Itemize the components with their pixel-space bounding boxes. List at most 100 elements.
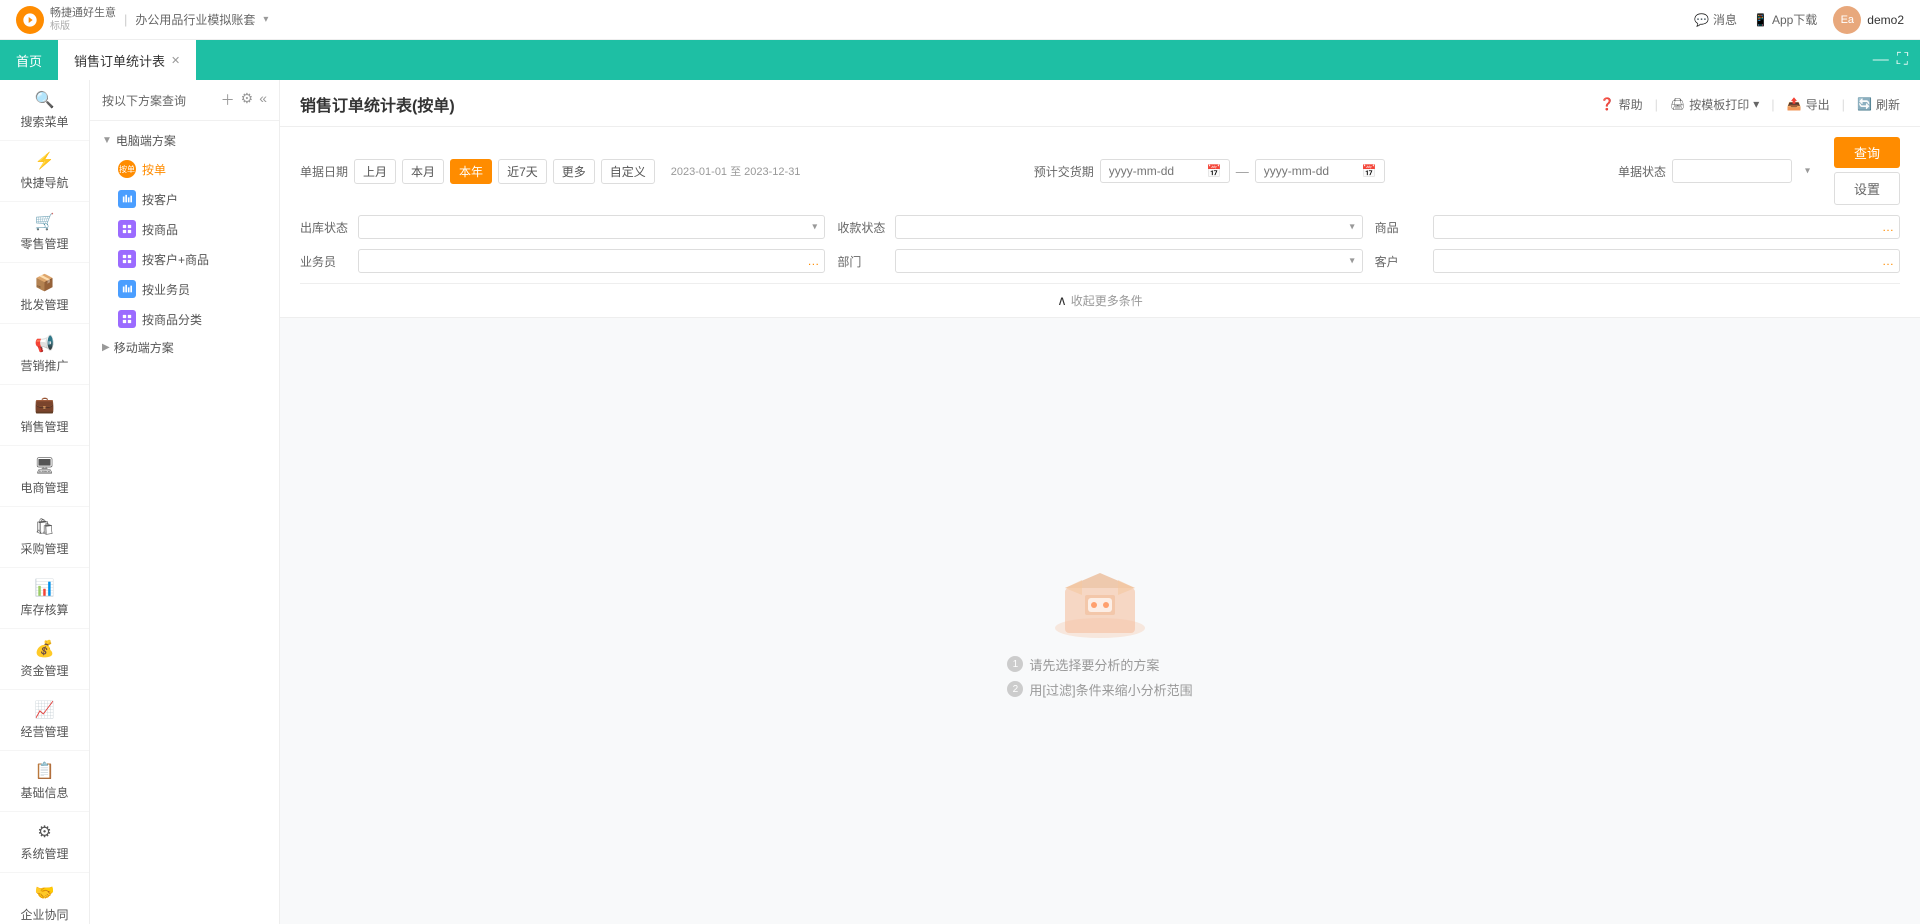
dept-content xyxy=(895,249,1362,273)
ship-status-label: 出库状态 xyxy=(300,219,350,236)
order-status-select[interactable] xyxy=(1672,159,1792,183)
export-button[interactable]: 📤 导出 xyxy=(1787,96,1830,113)
ship-status-select[interactable] xyxy=(358,215,825,239)
collapse-bar[interactable]: ∧ 收起更多条件 xyxy=(300,283,1900,317)
app-download-action[interactable]: 📱 App下载 xyxy=(1753,11,1817,28)
payment-status-content xyxy=(895,215,1362,239)
date-btn-custom[interactable]: 自定义 xyxy=(601,159,655,184)
pc-schemes-header[interactable]: ▼ 电脑端方案 xyxy=(90,127,279,154)
scheme-settings-button[interactable]: ⚙ xyxy=(241,90,254,110)
collab-icon: 🤝 xyxy=(4,883,85,903)
mobile-schemes-header[interactable]: ▶ 移动端方案 xyxy=(90,334,279,361)
delivery-end-date-wrapper: 📅 xyxy=(1255,159,1385,183)
collapse-icon: ∧ xyxy=(1057,293,1067,309)
product-label: 商品 xyxy=(1375,219,1425,236)
scheme-item-by-salesperson[interactable]: 按业务员 xyxy=(90,274,279,304)
customer-content: … xyxy=(1433,249,1900,273)
tip-num-2: 2 xyxy=(1007,681,1023,697)
scheme-by-customer-product-icon xyxy=(118,250,136,268)
content-area: 按以下方案查询 ＋ ⚙ « ▼ 电脑端方案 按单 按单 xyxy=(90,80,1920,924)
user-name: demo2 xyxy=(1867,13,1904,27)
sidebar-item-wholesale-mgmt[interactable]: 📦 批发管理 xyxy=(0,263,89,324)
salesperson-ellipsis-btn[interactable]: … xyxy=(807,254,819,268)
page-header: 销售订单统计表(按单) ❓ 帮助 | 🖨 按模板打印 ▾ | xyxy=(280,80,1920,127)
refresh-button[interactable]: 🔄 刷新 xyxy=(1857,96,1900,113)
scheme-item-by-product[interactable]: 按商品 xyxy=(90,214,279,244)
sidebar-item-retail-mgmt[interactable]: 🛒 零售管理 xyxy=(0,202,89,263)
operation-icon: 📈 xyxy=(4,700,85,720)
empty-tips: 1 请先选择要分析的方案 2 用[过滤]条件来缩小分析范围 xyxy=(1007,655,1192,699)
sidebar-item-quick-nav[interactable]: ⚡ 快捷导航 xyxy=(0,141,89,202)
sidebar-item-enterprise-collab[interactable]: 🤝 企业协同 xyxy=(0,873,89,924)
payment-status-select[interactable] xyxy=(895,215,1362,239)
scheme-item-by-customer[interactable]: 按客户 xyxy=(90,184,279,214)
date-btn-last-month[interactable]: 上月 xyxy=(354,159,396,184)
help-button[interactable]: ❓ 帮助 xyxy=(1600,96,1643,113)
left-panel-actions: ＋ ⚙ « xyxy=(221,90,267,110)
calendar-end-icon: 📅 xyxy=(1362,164,1377,178)
add-scheme-button[interactable]: ＋ xyxy=(221,90,235,110)
tab-close-icon[interactable]: ✕ xyxy=(171,54,180,67)
logo-area: 畅捷通好生意 标版 xyxy=(16,6,116,34)
window-minimize-icon[interactable]: — xyxy=(1873,51,1889,69)
dept-label: 部门 xyxy=(837,253,887,270)
scheme-item-by-product-category[interactable]: 按商品分类 xyxy=(90,304,279,334)
sidebar-item-system-mgmt[interactable]: ⚙ 系统管理 xyxy=(0,812,89,873)
pc-schemes-title: 电脑端方案 xyxy=(116,132,176,149)
sidebar-item-search-menu[interactable]: 🔍 搜索菜单 xyxy=(0,80,89,141)
purchase-icon: 🛍 xyxy=(4,517,85,537)
sidebar-item-ecommerce-mgmt[interactable]: 🖥 电商管理 xyxy=(0,446,89,507)
sidebar-item-finance-mgmt[interactable]: 💰 资金管理 xyxy=(0,629,89,690)
mobile-schemes-section: ▶ 移动端方案 xyxy=(90,334,279,361)
settings-button[interactable]: 设置 xyxy=(1834,172,1900,205)
payment-status-cell: 收款状态 xyxy=(837,215,1362,239)
tip-num-1: 1 xyxy=(1007,656,1023,672)
message-icon: 💬 xyxy=(1694,13,1709,27)
product-input[interactable] xyxy=(1433,215,1900,239)
dept-select[interactable] xyxy=(895,249,1362,273)
product-ellipsis-btn[interactable]: … xyxy=(1882,220,1894,234)
user-area[interactable]: Ea demo2 xyxy=(1833,6,1904,34)
left-panel-title: 按以下方案查询 xyxy=(102,92,186,109)
message-action[interactable]: 💬 消息 xyxy=(1694,11,1737,28)
template-print-button[interactable]: 🖨 按模板打印 ▾ xyxy=(1670,96,1759,113)
empty-illustration xyxy=(1040,543,1160,643)
top-bar-left: 畅捷通好生意 标版 | 办公用品行业模拟账套 ▾ xyxy=(16,6,268,34)
customer-ellipsis-btn[interactable]: … xyxy=(1882,254,1894,268)
date-btn-this-month[interactable]: 本月 xyxy=(402,159,444,184)
salesperson-cell: 业务员 … xyxy=(300,249,825,273)
sidebar-item-basic-info[interactable]: 📋 基础信息 xyxy=(0,751,89,812)
salesperson-content: … xyxy=(358,249,825,273)
window-maximize-icon[interactable]: ⛶ xyxy=(1897,51,1908,69)
sidebar-item-sales-mgmt[interactable]: 💼 销售管理 xyxy=(0,385,89,446)
help-icon: ❓ xyxy=(1600,97,1615,111)
customer-input[interactable] xyxy=(1433,249,1900,273)
tab-sales-order-stats[interactable]: 销售订单统计表 ✕ xyxy=(58,40,196,80)
query-button[interactable]: 查询 xyxy=(1834,137,1900,168)
breadcrumb-dropdown-icon[interactable]: ▾ xyxy=(263,14,268,25)
sidebar-item-inventory-check[interactable]: 📊 库存核算 xyxy=(0,568,89,629)
sidebar-item-purchase-mgmt[interactable]: 🛍 采购管理 xyxy=(0,507,89,568)
main-layout: 🔍 搜索菜单 ⚡ 快捷导航 🛒 零售管理 📦 批发管理 📢 营销推广 💼 销售管… xyxy=(0,80,1920,924)
scheme-item-by-order[interactable]: 按单 按单 xyxy=(90,154,279,184)
scheme-item-by-customer-product[interactable]: 按客户+商品 xyxy=(90,244,279,274)
date-filter-group: 单据日期 上月 本月 本年 近7天 更多 自定义 xyxy=(300,159,655,184)
calendar-start-icon: 📅 xyxy=(1207,164,1222,178)
delivery-start-date-wrapper: 📅 xyxy=(1100,159,1230,183)
sidebar-item-marketing[interactable]: 📢 营销推广 xyxy=(0,324,89,385)
expected-delivery-group: 预计交货期 📅 — 📅 xyxy=(1034,159,1385,183)
collapse-panel-button[interactable]: « xyxy=(259,90,267,110)
date-btn-last-7-days[interactable]: 近7天 xyxy=(498,159,547,184)
print-dropdown-icon: ▾ xyxy=(1753,97,1759,111)
date-btn-more[interactable]: 更多 xyxy=(553,159,595,184)
pc-schemes-section: ▼ 电脑端方案 按单 按单 按客户 xyxy=(90,127,279,334)
date-btn-this-year[interactable]: 本年 xyxy=(450,159,492,184)
page-actions: ❓ 帮助 | 🖨 按模板打印 ▾ | 📤 导出 xyxy=(1600,96,1900,113)
tab-home[interactable]: 首页 xyxy=(0,40,58,80)
sidebar-item-operation-mgmt[interactable]: 📈 经营管理 xyxy=(0,690,89,751)
salesperson-input[interactable] xyxy=(358,249,825,273)
page-title: 销售订单统计表(按单) xyxy=(300,92,455,116)
expected-delivery-label: 预计交货期 xyxy=(1034,163,1094,180)
scheme-by-order-icon: 按单 xyxy=(118,160,136,178)
order-status-label: 单据状态 xyxy=(1618,163,1666,180)
